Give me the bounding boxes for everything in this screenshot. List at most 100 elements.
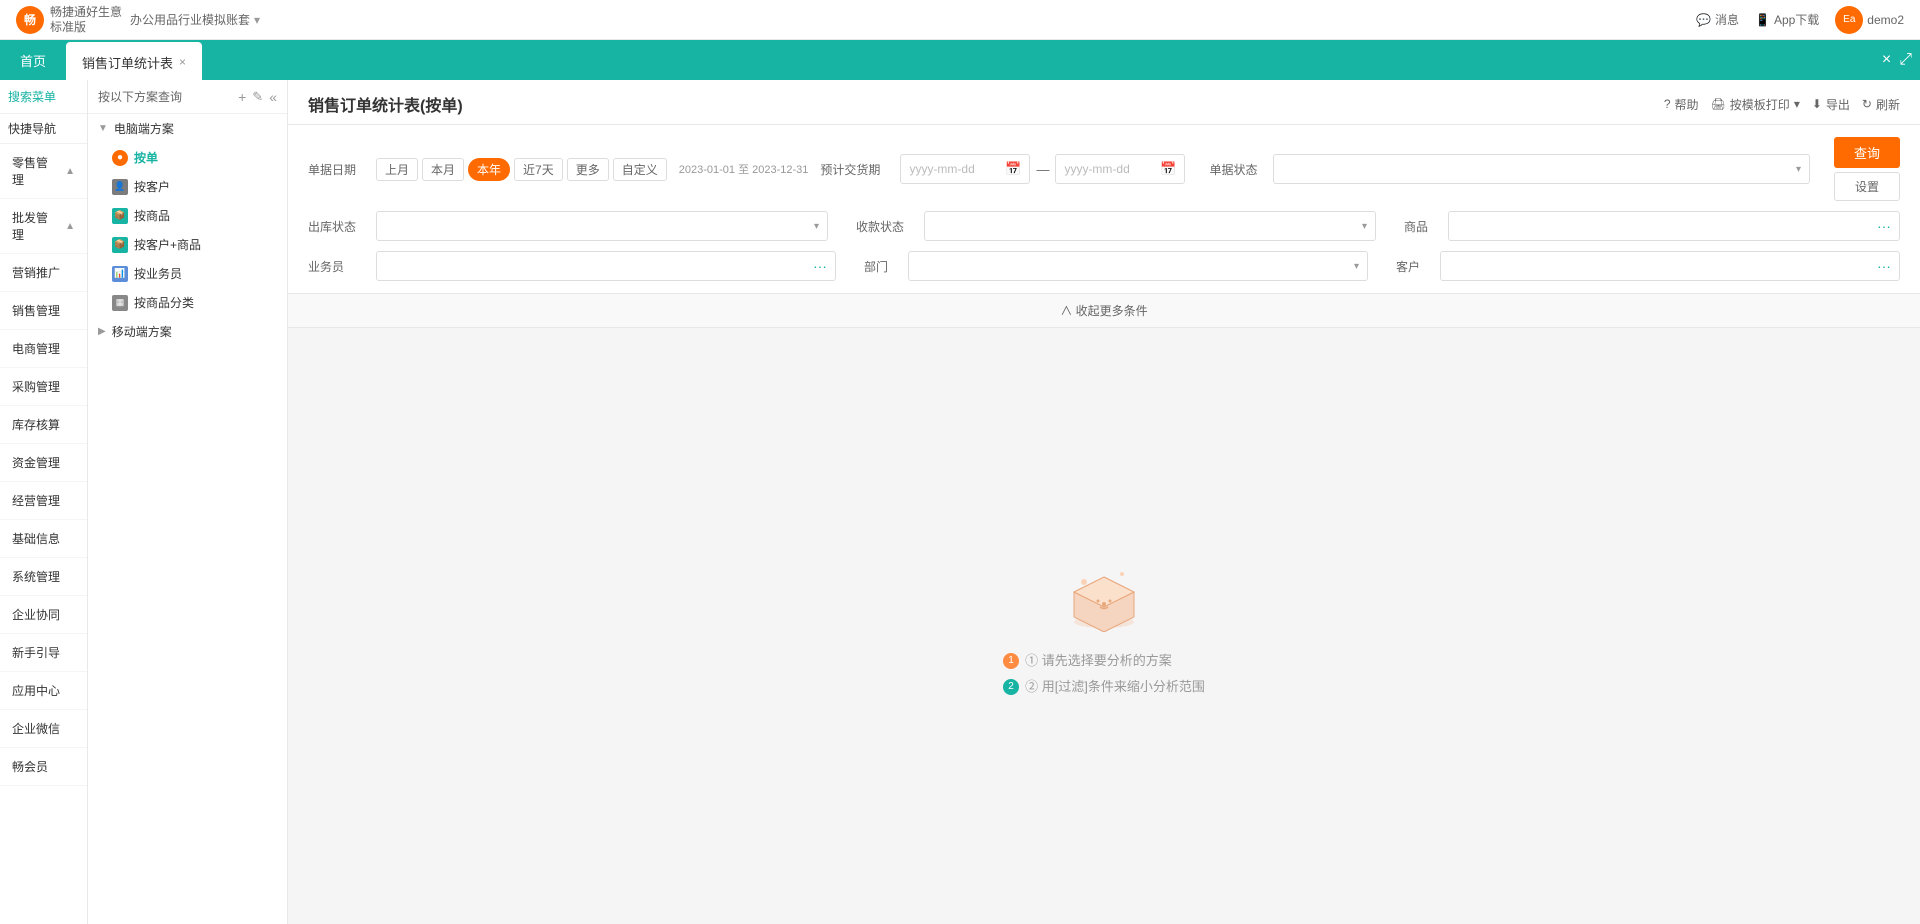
left-panel-header: 按以下方案查询 + ✎ « [88,80,287,114]
action-buttons: 查询 设置 [1834,137,1900,201]
tab-active[interactable]: 销售订单统计表 × [66,42,202,82]
expected-date-label: 预计交货期 [820,161,880,178]
sidebar-item-wholesale[interactable]: 批发管理 ▲ [0,199,87,254]
user-area[interactable]: Ea demo2 [1835,6,1904,34]
edit-scheme-btn[interactable]: ✎ [252,89,263,105]
mobile-group-arrow: ▶ [98,326,106,337]
refresh-icon: ↻ [1862,97,1872,111]
dept-arrow: ▾ [1354,261,1359,272]
print-icon: 🖨 [1711,97,1726,111]
btn-this-year[interactable]: 本年 [468,158,510,181]
collapse-bar[interactable]: ∧ 收起更多条件 [288,294,1920,328]
payment-select[interactable]: ▾ [924,211,1376,241]
date-buttons: 上月 本月 本年 近7天 更多 自定义 [376,158,667,181]
sidebar-item-sales[interactable]: 销售管理 [0,292,87,330]
step2-circle: 2 [1003,679,1019,695]
delivery-select[interactable]: ▾ [376,211,828,241]
help-btn[interactable]: ? 帮助 [1664,96,1699,113]
staff-dots[interactable]: ··· [813,258,827,274]
by-product-icon: 📦 [112,208,128,224]
breadcrumb-dropdown[interactable]: ▾ [254,13,260,27]
sidebar-item-enterprise[interactable]: 企业协同 [0,596,87,634]
sidebar-item-basic[interactable]: 基础信息 [0,520,87,558]
empty-step2: 2 ② 用[过滤]条件来缩小分析范围 [1003,674,1205,700]
header-right: 💬 消息 📱 App下载 Ea demo2 [1696,6,1904,34]
delivery-label: 出库状态 [308,218,364,235]
minimize-btn[interactable]: × [1882,51,1891,69]
page-header: 销售订单统计表(按单) ? 帮助 🖨 按模板打印 ▾ ⬇ 导出 ↻ 刷新 [288,80,1920,125]
sidebar-item-ecommerce[interactable]: 电商管理 [0,330,87,368]
expected-date-end[interactable]: yyyy-mm-dd 📅 [1055,154,1185,184]
scheme-group-pc[interactable]: ▼ 电脑端方案 [88,114,287,143]
expected-date-start[interactable]: yyyy-mm-dd 📅 [900,154,1030,184]
customer-label: 客户 [1396,258,1420,275]
product-select[interactable]: ··· [1448,211,1900,241]
scheme-item-by-order[interactable]: ● 按单 [88,143,287,172]
product-dots[interactable]: ··· [1877,218,1891,234]
empty-svg [1054,552,1154,632]
sidebar-item-marketing[interactable]: 营销推广 [0,254,87,292]
date-label: 单据日期 [308,161,364,178]
logo-text: 畅捷通好生意 标准版 [50,5,122,34]
status-select[interactable]: ▾ [1273,154,1810,184]
empty-illustration [1054,552,1154,632]
btn-custom[interactable]: 自定义 [613,158,667,181]
scheme-item-by-staff[interactable]: 📊 按业务员 [88,259,287,288]
add-scheme-btn[interactable]: + [238,89,246,105]
dept-select[interactable]: ▾ [908,251,1368,281]
export-btn[interactable]: ⬇ 导出 [1812,96,1850,113]
sidebar-item-wechat[interactable]: 企业微信 [0,710,87,748]
filter-row-1: 单据日期 上月 本月 本年 近7天 更多 自定义 2023-01-01 至 20… [308,137,1900,201]
date-dash: — [1036,162,1049,177]
sidebar-item-retail[interactable]: 零售管理 ▲ [0,144,87,199]
template-print-btn[interactable]: 🖨 按模板打印 ▾ [1711,96,1800,113]
scheme-item-by-product[interactable]: 📦 按商品 [88,201,287,230]
pc-group-arrow: ▼ [98,123,108,134]
main-layout: 搜索菜单 快捷导航 零售管理 ▲ 批发管理 ▲ 营销推广 销售管理 电商管理 采… [0,80,1920,924]
scheme-list: ▼ 电脑端方案 ● 按单 👤 按客户 📦 按商品 📦 按客户+商品 [88,114,287,924]
btn-this-month[interactable]: 本月 [422,158,464,181]
sidebar-item-app-center[interactable]: 应用中心 [0,672,87,710]
sidebar-item-purchase[interactable]: 采购管理 [0,368,87,406]
settings-btn[interactable]: 设置 [1834,172,1900,201]
filter-area: 单据日期 上月 本月 本年 近7天 更多 自定义 2023-01-01 至 20… [288,125,1920,294]
search-menu[interactable]: 搜索菜单 [0,80,87,114]
sidebar-item-newbie[interactable]: 新手引导 [0,634,87,672]
quick-nav[interactable]: 快捷导航 [0,114,87,144]
by-cust-prod-icon: 📦 [112,237,128,253]
customer-dots[interactable]: ··· [1877,258,1891,274]
collapse-panel-btn[interactable]: « [269,89,277,105]
wholesale-arrow: ▲ [65,221,75,232]
app-download-btn[interactable]: 📱 App下载 [1755,11,1819,28]
dept-label: 部门 [864,258,888,275]
tab-home[interactable]: 首页 [0,40,66,80]
sidebar-item-member[interactable]: 畅会员 [0,748,87,786]
scheme-item-by-category[interactable]: ▦ 按商品分类 [88,288,287,317]
by-order-icon: ● [112,150,128,166]
tab-bar: 首页 销售订单统计表 × × ⤢ [0,40,1920,80]
refresh-btn[interactable]: ↻ 刷新 [1862,96,1900,113]
sidebar-item-operations[interactable]: 经营管理 [0,482,87,520]
date-range-text: 2023-01-01 至 2023-12-31 [679,161,809,177]
customer-select[interactable]: ··· [1440,251,1900,281]
btn-last-month[interactable]: 上月 [376,158,418,181]
message-btn[interactable]: 💬 消息 [1696,11,1739,28]
staff-select[interactable]: ··· [376,251,836,281]
maximize-btn[interactable]: ⤢ [1899,51,1912,69]
btn-last-7days[interactable]: 近7天 [514,158,563,181]
message-icon: 💬 [1696,13,1711,27]
scheme-item-by-customer[interactable]: 👤 按客户 [88,172,287,201]
page-title: 销售订单统计表(按单) [308,92,463,116]
btn-more[interactable]: 更多 [567,158,609,181]
sidebar-item-finance[interactable]: 资金管理 [0,444,87,482]
query-btn[interactable]: 查询 [1834,137,1900,168]
app-icon: 📱 [1755,13,1770,27]
page-actions: ? 帮助 🖨 按模板打印 ▾ ⬇ 导出 ↻ 刷新 [1664,96,1900,113]
sidebar-item-inventory[interactable]: 库存核算 [0,406,87,444]
status-select-arrow: ▾ [1796,164,1801,175]
sidebar-item-system[interactable]: 系统管理 [0,558,87,596]
tab-close-icon[interactable]: × [179,55,186,69]
scheme-item-by-cust-prod[interactable]: 📦 按客户+商品 [88,230,287,259]
scheme-group-mobile[interactable]: ▶ 移动端方案 [88,317,287,346]
left-panel: 按以下方案查询 + ✎ « ▼ 电脑端方案 ● 按单 👤 按客户 📦 [88,80,288,924]
